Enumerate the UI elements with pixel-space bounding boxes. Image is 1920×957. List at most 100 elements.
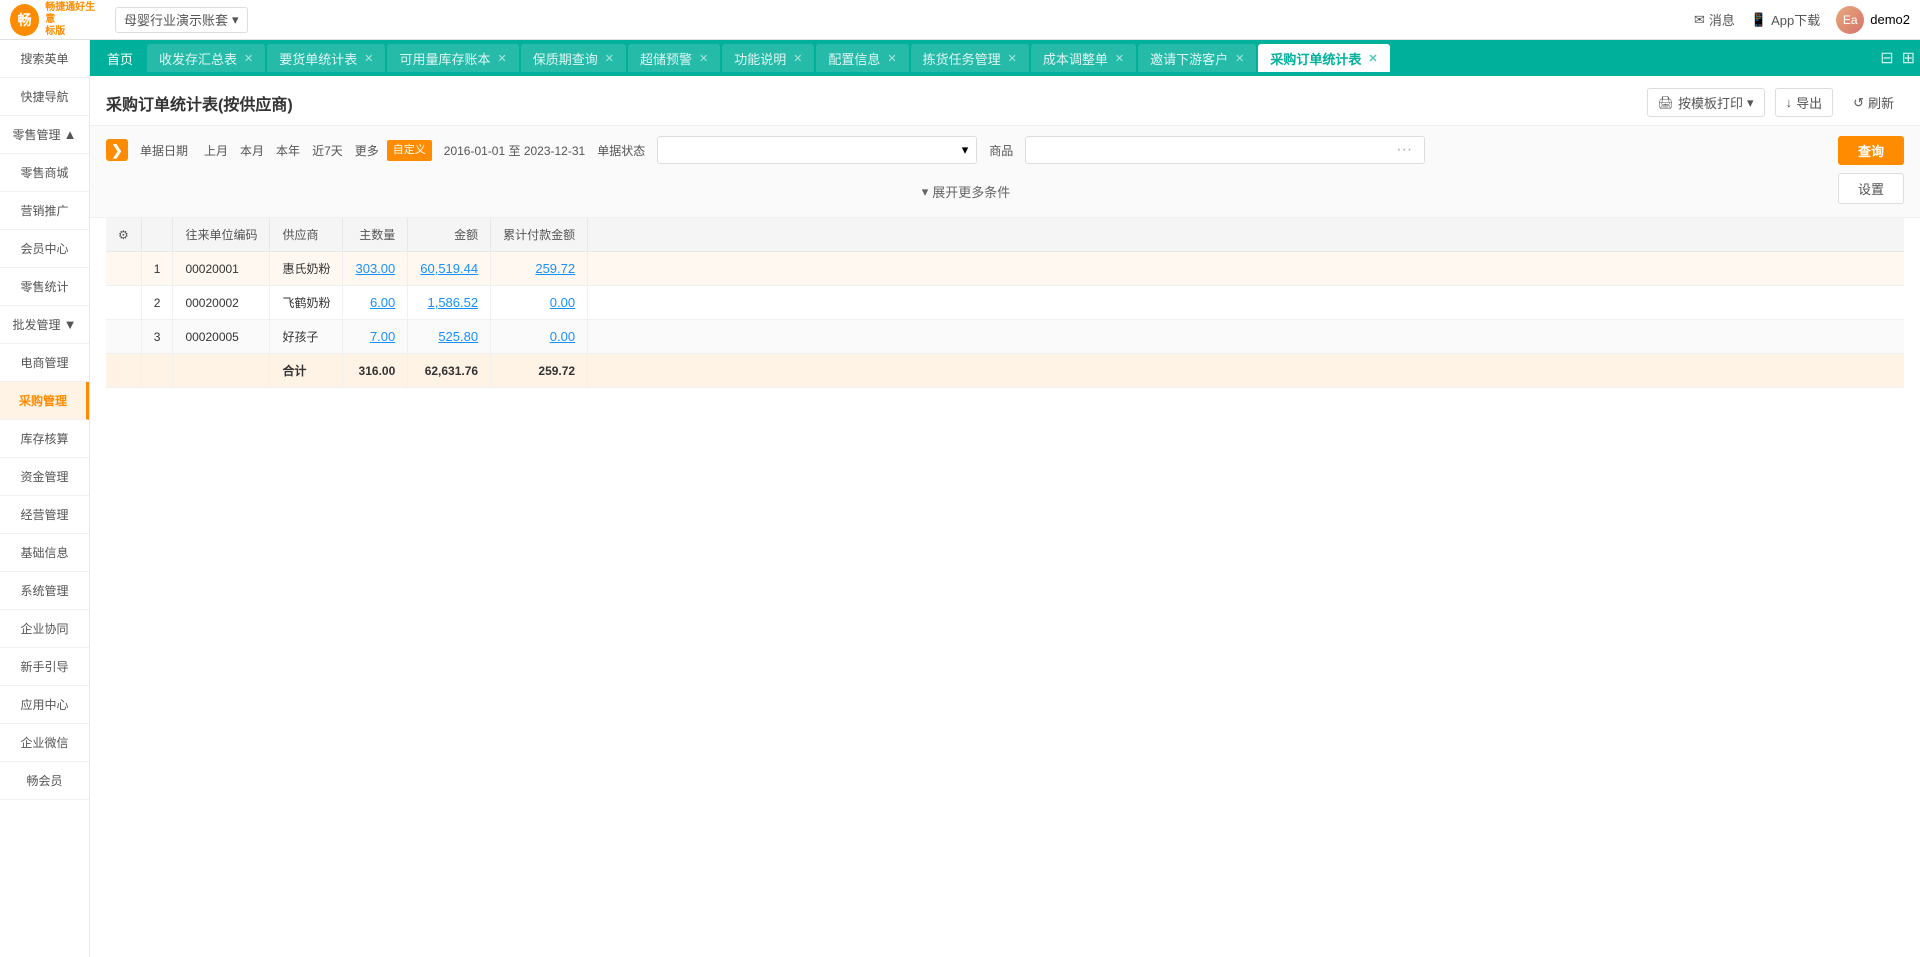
- tab-stocking-task[interactable]: 拣货任务管理 ✕: [911, 44, 1029, 72]
- cell-amount: 60,519.44: [408, 252, 491, 286]
- tab-close-icon[interactable]: ✕: [699, 52, 708, 65]
- th-code: 往来单位编码: [173, 218, 270, 252]
- sidebar-item-vip[interactable]: 畅会员: [0, 762, 89, 800]
- sidebar-item-ecommerce[interactable]: 电商管理: [0, 344, 89, 382]
- cell-no: 2: [141, 286, 173, 320]
- date-custom-badge[interactable]: 自定义: [387, 140, 432, 161]
- sidebar-item-newbie[interactable]: 新手引导: [0, 648, 89, 686]
- sidebar-item-wholesale[interactable]: 批发管理 ▼: [0, 306, 89, 344]
- cell-supplier: 好孩子: [270, 320, 343, 354]
- th-qty: 主数量: [343, 218, 408, 252]
- tab-freshness-query[interactable]: 保质期查询 ✕: [521, 44, 626, 72]
- user-profile[interactable]: Ea demo2: [1836, 6, 1910, 34]
- search-btn[interactable]: 查询: [1838, 136, 1904, 165]
- expand-row: ▾ 展开更多条件: [106, 172, 1826, 207]
- th-gear[interactable]: ⚙: [106, 218, 141, 252]
- tab-home[interactable]: 首页: [95, 44, 145, 72]
- workspace-selector[interactable]: 母婴行业演示账套 ▾: [115, 7, 248, 33]
- tab-cost-adjust[interactable]: 成本调整单 ✕: [1031, 44, 1136, 72]
- footer-amount: 62,631.76: [408, 354, 491, 388]
- page-header: 采购订单统计表(按供应商) 🖨 按模板打印 ▾ ↓ 导出 ↺ 刷新: [90, 76, 1920, 126]
- expand-more-btn[interactable]: ▾ 展开更多条件: [910, 176, 1023, 207]
- goods-input-wrap: ···: [1025, 136, 1425, 164]
- sidebar-item-retail[interactable]: 零售管理 ▲: [0, 116, 89, 154]
- sidebar-item-wechat[interactable]: 企业微信: [0, 724, 89, 762]
- tab-close-icon[interactable]: ✕: [244, 52, 253, 65]
- more-options-icon[interactable]: ···: [1392, 141, 1416, 159]
- tab-overstock-warning[interactable]: 超储预警 ✕: [628, 44, 720, 72]
- sidebar-item-members[interactable]: 会员中心: [0, 230, 89, 268]
- tab-label: 要货单统计表: [279, 49, 357, 68]
- tab-close-icon[interactable]: ✕: [498, 52, 507, 65]
- sidebar-item-search[interactable]: 搜索英单: [0, 40, 89, 78]
- filter-toggle-btn[interactable]: ❯: [106, 139, 128, 161]
- sidebar-item-enterprise[interactable]: 企业协同: [0, 610, 89, 648]
- cell-check: [106, 252, 141, 286]
- top-bar: 畅 畅捷通好生意 标版 母婴行业演示账套 ▾ ✉ 消息 📱 App下载 Ea d…: [0, 0, 1920, 40]
- sidebar-item-inventory[interactable]: 库存核算: [0, 420, 89, 458]
- status-select[interactable]: ▾: [657, 136, 977, 164]
- date-btn-7days[interactable]: 近7天: [308, 140, 347, 161]
- sidebar-item-retail-stats[interactable]: 零售统计: [0, 268, 89, 306]
- tab-order-stats[interactable]: 要货单统计表 ✕: [267, 44, 385, 72]
- tab-bar-actions: ⊟ ⊞: [1880, 48, 1915, 68]
- sidebar-item-capital[interactable]: 资金管理: [0, 458, 89, 496]
- date-btn-last-month[interactable]: 上月: [200, 140, 232, 161]
- workspace-label: 母婴行业演示账套: [124, 10, 228, 29]
- tab-close-icon[interactable]: ✕: [1008, 52, 1017, 65]
- sidebar-item-operations[interactable]: 经营管理: [0, 496, 89, 534]
- tab-close-icon[interactable]: ✕: [605, 52, 614, 65]
- tab-function-desc[interactable]: 功能说明 ✕: [722, 44, 814, 72]
- tab-close-icon[interactable]: ✕: [793, 52, 802, 65]
- tab-inventory-book[interactable]: 可用量库存账本 ✕: [387, 44, 518, 72]
- tab-expand-btn[interactable]: ⊞: [1902, 48, 1915, 68]
- page-header-actions: 🖨 按模板打印 ▾ ↓ 导出 ↺ 刷新: [1647, 88, 1905, 117]
- export-btn[interactable]: ↓ 导出: [1775, 88, 1834, 117]
- tab-invite-downstream[interactable]: 邀请下游客户 ✕: [1138, 44, 1256, 72]
- tab-minimize-btn[interactable]: ⊟: [1880, 48, 1893, 68]
- table-row: 1 00020001 惠氏奶粉 303.00 60,519.44 259.72: [106, 252, 1904, 286]
- tab-purchase-stats[interactable]: 采购订单统计表 ✕: [1258, 44, 1389, 72]
- sidebar-item-marketing[interactable]: 营销推广: [0, 192, 89, 230]
- tab-bar: 首页 收发存汇总表 ✕ 要货单统计表 ✕ 可用量库存账本 ✕ 保质期查询 ✕ 超…: [90, 40, 1920, 76]
- tab-close-icon[interactable]: ✕: [887, 52, 896, 65]
- sidebar-item-quicknav[interactable]: 快捷导航: [0, 78, 89, 116]
- sidebar-item-appcenter[interactable]: 应用中心: [0, 686, 89, 724]
- footer-summary-label: 合计: [270, 354, 343, 388]
- main-layout: 搜索英单 快捷导航 零售管理 ▲ 零售商城 营销推广 会员中心 零售统计 批发管…: [0, 40, 1920, 957]
- tab-label: 超储预警: [640, 49, 692, 68]
- table-footer-row: 合计 316.00 62,631.76 259.72: [106, 354, 1904, 388]
- cell-paid: 0.00: [491, 286, 588, 320]
- username: demo2: [1870, 12, 1910, 27]
- app-download-btn[interactable]: 📱 App下载: [1751, 10, 1820, 29]
- th-amount: 金额: [408, 218, 491, 252]
- tab-close-icon[interactable]: ✕: [364, 52, 373, 65]
- page-title: 采购订单统计表(按供应商): [106, 91, 293, 115]
- print-btn[interactable]: 🖨 按模板打印 ▾: [1647, 88, 1765, 117]
- date-btn-more[interactable]: 更多: [351, 140, 383, 161]
- tab-label: 采购订单统计表: [1270, 49, 1361, 68]
- sidebar-item-retail-shop[interactable]: 零售商城: [0, 154, 89, 192]
- table-row: 3 00020005 好孩子 7.00 525.80 0.00: [106, 320, 1904, 354]
- date-btn-this-year[interactable]: 本年: [272, 140, 304, 161]
- chevron-down-icon: ▾: [232, 12, 239, 28]
- tab-close-icon[interactable]: ✕: [1115, 52, 1124, 65]
- cell-extra: [588, 252, 1904, 286]
- filter-row-1: ❯ 单据日期 上月 本月 本年 近7天 更多 自定义 2016-01-01 至 …: [106, 136, 1826, 164]
- tab-close-icon[interactable]: ✕: [1368, 52, 1377, 65]
- settings-btn[interactable]: 设置: [1838, 173, 1904, 204]
- tab-receive-summary[interactable]: 收发存汇总表 ✕: [147, 44, 265, 72]
- th-paid: 累计付款金额: [491, 218, 588, 252]
- refresh-btn[interactable]: ↺ 刷新: [1843, 89, 1904, 116]
- date-btn-this-month[interactable]: 本月: [236, 140, 268, 161]
- sidebar-item-system[interactable]: 系统管理: [0, 572, 89, 610]
- tab-config-info[interactable]: 配置信息 ✕: [816, 44, 908, 72]
- cell-check: [106, 320, 141, 354]
- tab-close-icon[interactable]: ✕: [1235, 52, 1244, 65]
- goods-input[interactable]: [1034, 143, 1392, 157]
- footer-qty: 316.00: [343, 354, 408, 388]
- messages-btn[interactable]: ✉ 消息: [1694, 10, 1735, 29]
- sidebar-item-purchase[interactable]: 采购管理: [0, 382, 89, 420]
- tab-label: 邀请下游客户: [1150, 49, 1228, 68]
- sidebar-item-basic[interactable]: 基础信息: [0, 534, 89, 572]
